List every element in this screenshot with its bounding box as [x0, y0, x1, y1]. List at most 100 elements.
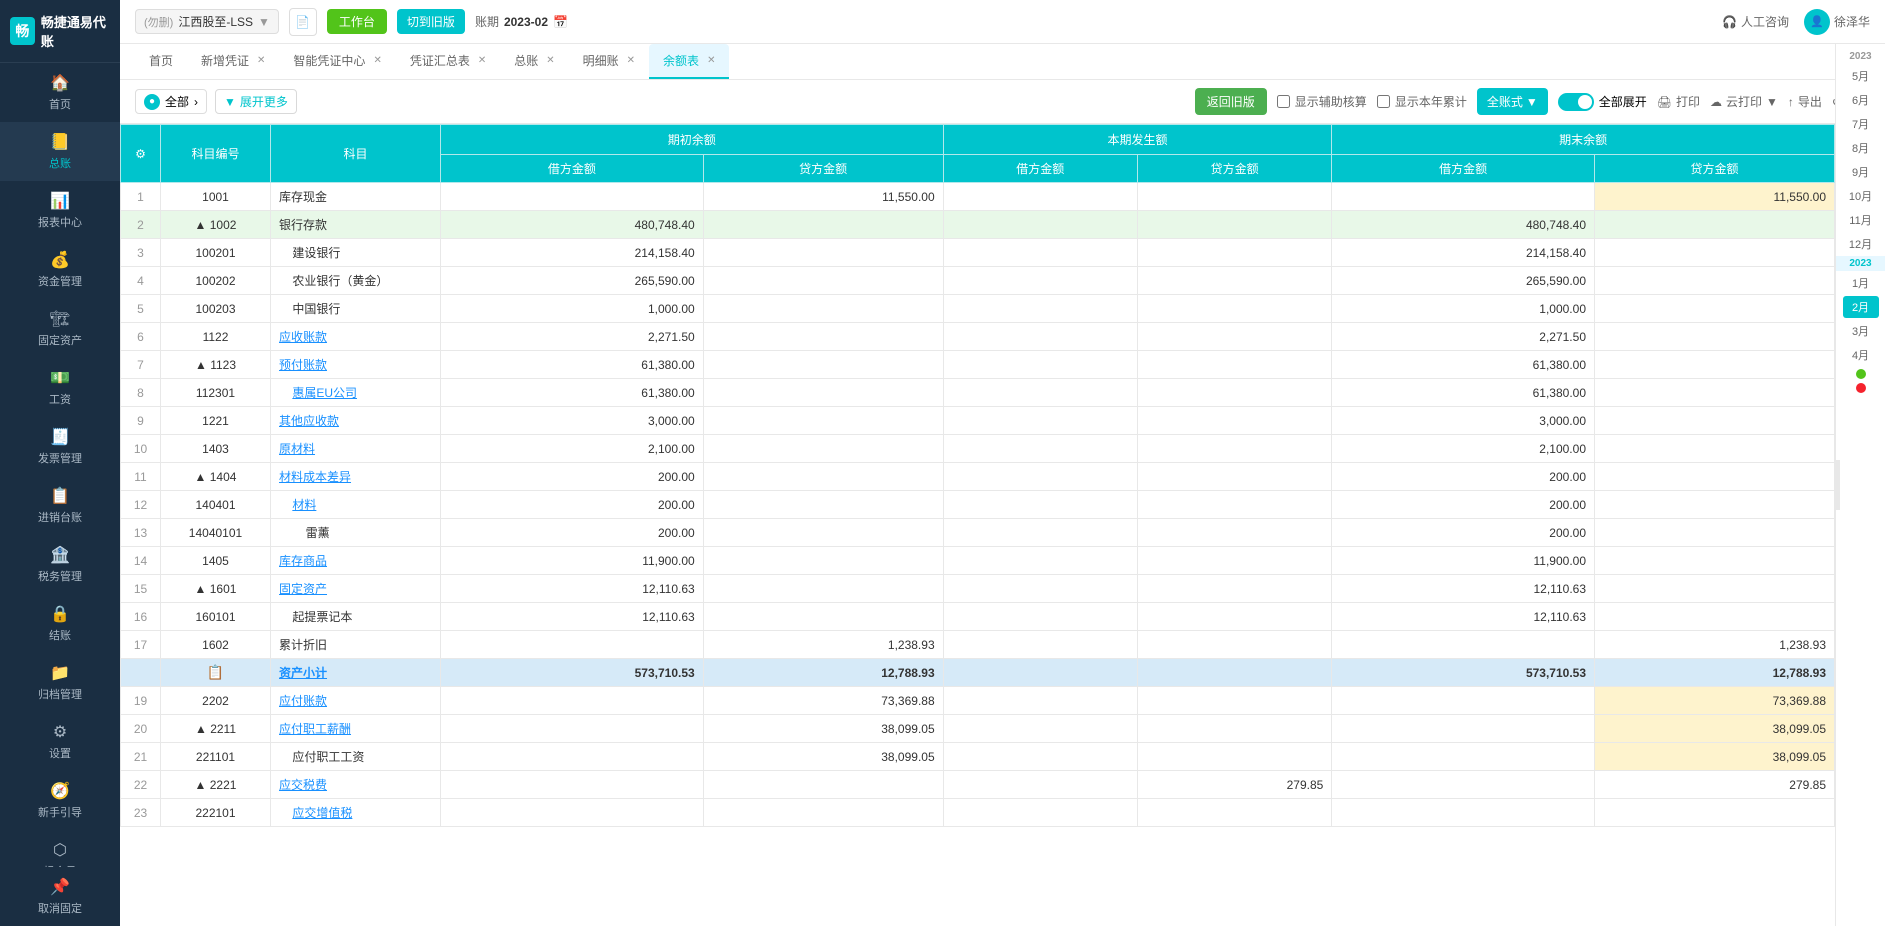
- tab-voucher-summary-close[interactable]: ✕: [478, 55, 486, 66]
- table-row: 91221其他应收款3,000.003,000.00: [121, 407, 1835, 435]
- sidebar-item-guide[interactable]: 🧭 新手引导: [0, 771, 120, 830]
- filter-selector[interactable]: ● 全部 ›: [135, 89, 207, 114]
- toolbar-right-group: 返回旧版 显示辅助核算 显示本年累计 全账式 ▼ 全部展开: [1195, 88, 1870, 115]
- workbench-button[interactable]: 工作台: [327, 9, 387, 34]
- tab-balance[interactable]: 余额表 ✕: [649, 44, 729, 79]
- sidebar-item-salary[interactable]: 💵 工资: [0, 358, 120, 417]
- return-old-version-btn[interactable]: 返回旧版: [1195, 88, 1267, 115]
- account-link[interactable]: 材料成本差异: [279, 470, 351, 484]
- sidebar-item-home[interactable]: 🏠 首页: [0, 63, 120, 122]
- opening-debit: 2,271.50: [441, 323, 704, 351]
- month-11[interactable]: 11月: [1843, 209, 1879, 231]
- print-btn[interactable]: 🖨 打印: [1657, 93, 1700, 110]
- month-1[interactable]: 1月: [1843, 272, 1879, 294]
- sidebar-item-label: 总账: [49, 155, 71, 171]
- switch-version-button[interactable]: 切到旧版: [397, 9, 465, 34]
- show-annual-label: 显示本年累计: [1395, 93, 1467, 110]
- account-link[interactable]: 应交增值税: [292, 806, 352, 820]
- month-6[interactable]: 6月: [1843, 89, 1879, 111]
- sidebar-item-member[interactable]: ⬡ 畅会员: [0, 830, 120, 867]
- filter-label: 全部: [165, 93, 189, 110]
- tab-new-voucher[interactable]: 新增凭证 ✕: [187, 44, 279, 79]
- month-4[interactable]: 4月: [1843, 344, 1879, 366]
- month-5[interactable]: 5月: [1843, 65, 1879, 87]
- account-name[interactable]: 材料成本差异: [271, 463, 441, 491]
- month-3[interactable]: 3月: [1843, 320, 1879, 342]
- sidebar-pin-toggle[interactable]: 📌 取消固定: [0, 867, 120, 926]
- sidebar-item-invoice[interactable]: 🧾 发票管理: [0, 417, 120, 476]
- tab-smart-voucher-label: 智能凭证中心: [293, 52, 365, 69]
- account-name[interactable]: 预付账款: [271, 351, 441, 379]
- month-8[interactable]: 8月: [1843, 137, 1879, 159]
- account-link[interactable]: 原材料: [279, 442, 315, 456]
- account-name: 建设银行: [271, 239, 441, 267]
- tab-smart-voucher[interactable]: 智能凭证中心 ✕: [279, 44, 395, 79]
- account-link[interactable]: 惠属EU公司: [292, 386, 357, 400]
- account-link[interactable]: 应付职工薪酬: [279, 722, 351, 736]
- account-name[interactable]: 应付职工薪酬: [271, 715, 441, 743]
- sidebar-item-reports[interactable]: 📊 报表中心: [0, 181, 120, 240]
- company-selector[interactable]: (勿删) 江西股至-LSS ▼: [135, 9, 279, 34]
- full-format-btn[interactable]: 全账式 ▼: [1477, 88, 1548, 115]
- closing-credit: [1595, 463, 1835, 491]
- sidebar-item-close[interactable]: 🔒 结账: [0, 594, 120, 653]
- month-9[interactable]: 9月: [1843, 161, 1879, 183]
- sidebar-item-ledger[interactable]: 📒 总账: [0, 122, 120, 181]
- account-name[interactable]: 应付账款: [271, 687, 441, 715]
- account-link[interactable]: 资产小计: [279, 666, 327, 680]
- show-annual-checkbox-group[interactable]: 显示本年累计: [1377, 93, 1467, 110]
- tab-voucher-summary[interactable]: 凭证汇总表 ✕: [396, 44, 500, 79]
- expand-all-toggle[interactable]: [1558, 93, 1594, 111]
- user-item[interactable]: 👤 徐泽华: [1804, 9, 1870, 35]
- row-number: 20: [121, 715, 161, 743]
- help-item[interactable]: 🎧 人工咨询: [1722, 13, 1789, 30]
- topbar-doc-btn[interactable]: 📄: [289, 8, 317, 36]
- account-link[interactable]: 材料: [292, 498, 316, 512]
- expand-more-btn[interactable]: ▼ 展开更多: [215, 89, 297, 114]
- month-12[interactable]: 12月: [1843, 233, 1879, 255]
- sidebar-item-tax[interactable]: 🏦 税务管理: [0, 535, 120, 594]
- account-name[interactable]: 材料: [271, 491, 441, 519]
- account-name[interactable]: 原材料: [271, 435, 441, 463]
- account-link[interactable]: 应付账款: [279, 694, 327, 708]
- sidebar-item-sales[interactable]: 📋 进销台账: [0, 476, 120, 535]
- account-link[interactable]: 库存商品: [279, 554, 327, 568]
- show-aux-checkbox[interactable]: [1277, 95, 1290, 108]
- account-name[interactable]: 库存商品: [271, 547, 441, 575]
- tab-smart-voucher-close[interactable]: ✕: [373, 55, 381, 66]
- account-link[interactable]: 应交税费: [279, 778, 327, 792]
- account-link[interactable]: 预付账款: [279, 358, 327, 372]
- account-link[interactable]: 固定资产: [279, 582, 327, 596]
- account-link[interactable]: 应收账款: [279, 330, 327, 344]
- tab-new-voucher-close[interactable]: ✕: [257, 55, 265, 66]
- table-row: 7▲ 1123预付账款61,380.0061,380.00: [121, 351, 1835, 379]
- sidebar-item-archive[interactable]: 📁 归档管理: [0, 653, 120, 712]
- tab-ledger[interactable]: 总账 ✕: [500, 44, 568, 79]
- account-name[interactable]: 惠属EU公司: [271, 379, 441, 407]
- month-10[interactable]: 10月: [1843, 185, 1879, 207]
- tab-ledger-close[interactable]: ✕: [546, 55, 554, 66]
- show-annual-checkbox[interactable]: [1377, 95, 1390, 108]
- sidebar-item-settings[interactable]: ⚙ 设置: [0, 712, 120, 771]
- account-name[interactable]: 应交增值税: [271, 799, 441, 827]
- account-name[interactable]: 资产小计: [271, 659, 441, 687]
- month-7[interactable]: 7月: [1843, 113, 1879, 135]
- export-btn[interactable]: ↑ 导出: [1788, 93, 1822, 110]
- sidebar-item-assets[interactable]: 🏗 固定资产: [0, 299, 120, 358]
- opening-credit: [703, 379, 943, 407]
- sidebar-expand-icon[interactable]: ‹: [1835, 460, 1840, 510]
- cloud-print-btn[interactable]: ☁ 云打印 ▼: [1710, 93, 1778, 110]
- show-aux-checkbox-group[interactable]: 显示辅助核算: [1277, 93, 1367, 110]
- closing-debit: [1332, 799, 1595, 827]
- account-name[interactable]: 应交税费: [271, 771, 441, 799]
- account-link[interactable]: 其他应收款: [279, 414, 339, 428]
- tab-balance-close[interactable]: ✕: [707, 55, 715, 66]
- account-name[interactable]: 其他应收款: [271, 407, 441, 435]
- tab-detail-close[interactable]: ✕: [627, 55, 635, 66]
- month-2-active[interactable]: 2月: [1843, 296, 1879, 318]
- tab-detail[interactable]: 明细账 ✕: [569, 44, 649, 79]
- account-name[interactable]: 固定资产: [271, 575, 441, 603]
- sidebar-item-funds[interactable]: 💰 资金管理: [0, 240, 120, 299]
- tab-home[interactable]: 首页: [135, 44, 187, 79]
- account-name[interactable]: 应收账款: [271, 323, 441, 351]
